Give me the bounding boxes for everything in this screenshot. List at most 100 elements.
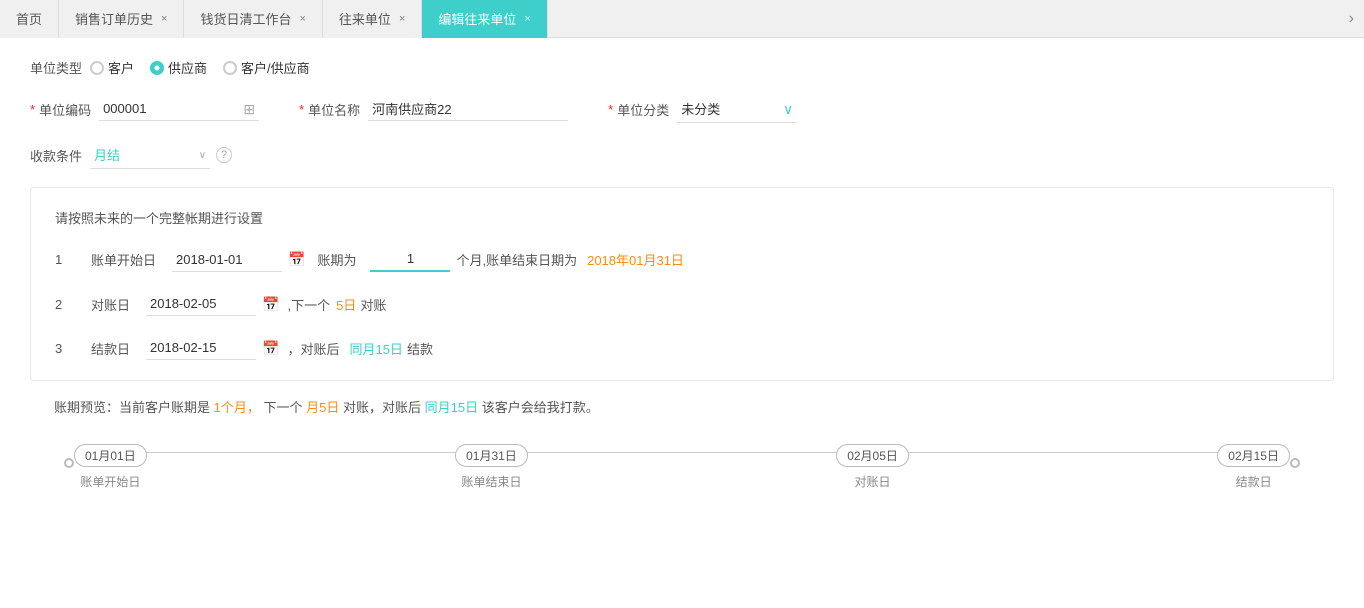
period-suffix-3: 结款 xyxy=(407,339,433,358)
tab-home[interactable]: 首页 xyxy=(0,0,59,38)
calendar-icon-1[interactable]: 📅 xyxy=(288,251,305,268)
period-label-3: 结款日 xyxy=(91,339,130,358)
help-icon[interactable]: ? xyxy=(216,147,232,163)
category-chevron-icon: ∨ xyxy=(783,101,793,118)
timeline-point-2: 01月31日 账单结束日 xyxy=(455,444,528,490)
unit-info-row: * 单位编码 ⊞ * 单位名称 * 单位分类 未分类 ∨ xyxy=(30,95,1334,123)
unit-type-row: 单位类型 客户 供应商 客户/供应商 xyxy=(30,58,1334,77)
preview-prefix: 账期预览：当前客户账期是 xyxy=(54,400,210,415)
unit-category-label: 单位分类 xyxy=(617,100,669,119)
period-date-2-wrapper xyxy=(146,292,256,316)
tab-cash-work[interactable]: 钱货日清工作台 × xyxy=(184,0,322,38)
period-label-1: 账单开始日 xyxy=(91,250,156,269)
timeline-badge-3: 02月05日 xyxy=(836,444,909,467)
radio-circle-supplier xyxy=(150,61,164,75)
tab-edit-partner-label: 编辑往来单位 xyxy=(438,9,516,28)
required-star-category: * xyxy=(608,102,613,117)
preview-highlight2: 月5日 xyxy=(306,400,339,415)
unit-code-input-wrapper: ⊞ xyxy=(99,97,259,121)
period-row-2: 2 对账日 📅 ,下一个 5日 对账 xyxy=(55,292,1309,316)
timeline-badge-4: 02月15日 xyxy=(1217,444,1290,467)
timeline-label-3: 对账日 xyxy=(855,473,891,490)
radio-group: 客户 供应商 客户/供应商 xyxy=(90,58,310,77)
tab-bar: 首页 销售订单历史 × 钱货日清工作台 × 往来单位 × 编辑往来单位 × › xyxy=(0,0,1364,38)
payment-terms-row: 收款条件 月结 ∨ ? xyxy=(30,141,1334,169)
unit-name-group: * 单位名称 xyxy=(299,97,568,121)
preview-middle2: 对账，对账后 xyxy=(343,400,421,415)
timeline-point-4: 02月15日 结款日 xyxy=(1217,444,1290,490)
timeline-points: 01月01日 账单开始日 01月31日 账单结束日 02月05日 对账日 02月… xyxy=(74,436,1290,490)
unit-category-wrapper[interactable]: 未分类 ∨ xyxy=(677,95,797,123)
radio-circle-both xyxy=(223,61,237,75)
tab-partner-unit-label: 往来单位 xyxy=(339,9,391,28)
calendar-icon-3[interactable]: 📅 xyxy=(262,340,279,357)
timeline-point-3: 02月05日 对账日 xyxy=(836,444,909,490)
preview-highlight1: 1个月， xyxy=(214,400,260,415)
timeline-badge-2: 01月31日 xyxy=(455,444,528,467)
radio-circle-customer xyxy=(90,61,104,75)
calendar-icon-2[interactable]: 📅 xyxy=(262,296,279,313)
tab-sales-order-history[interactable]: 销售订单历史 × xyxy=(59,0,184,38)
close-icon[interactable]: × xyxy=(399,13,405,25)
tab-home-label: 首页 xyxy=(16,9,42,28)
unit-name-input[interactable] xyxy=(368,97,568,121)
preview-section: 账期预览：当前客户账期是 1个月， 下一个 月5日 对账，对账后 同月15日 该… xyxy=(30,381,1334,506)
period-connector-2: ,下一个 xyxy=(287,295,330,314)
radio-both[interactable]: 客户/供应商 xyxy=(223,58,310,77)
unit-category-group: * 单位分类 未分类 ∨ xyxy=(608,95,797,123)
period-row-3: 3 结款日 📅 ，对账后 同月15日 结款 xyxy=(55,336,1309,360)
timeline-point-1: 01月01日 账单开始日 xyxy=(74,444,147,490)
period-highlight-3: 同月15日 xyxy=(349,339,402,358)
period-date-1-wrapper xyxy=(172,248,282,272)
period-box: 请按照未来的一个完整帐期进行设置 1 账单开始日 📅 账期为 个月,账单结束日期… xyxy=(30,187,1334,381)
unit-code-input[interactable] xyxy=(99,97,259,121)
period-months-input[interactable] xyxy=(370,247,450,272)
preview-suffix: 该客户会给我打款。 xyxy=(482,400,599,415)
timeline-track: 01月01日 账单开始日 01月31日 账单结束日 02月05日 对账日 02月… xyxy=(74,436,1290,490)
copy-icon[interactable]: ⊞ xyxy=(243,101,255,118)
period-num-3: 3 xyxy=(55,341,75,356)
close-icon[interactable]: × xyxy=(161,13,167,25)
period-date-input-1[interactable] xyxy=(172,248,282,272)
period-num-2: 2 xyxy=(55,297,75,312)
period-connector-3: ，对账后 xyxy=(287,339,339,358)
tab-edit-partner[interactable]: 编辑往来单位 × xyxy=(422,0,547,38)
timeline-label-1: 账单开始日 xyxy=(80,473,140,490)
period-date-3-wrapper xyxy=(146,336,256,360)
preview-text: 账期预览：当前客户账期是 1个月， 下一个 月5日 对账，对账后 同月15日 该… xyxy=(54,397,1310,416)
unit-category-value: 未分类 xyxy=(677,95,797,123)
period-suffix-1: 个月,账单结束日期为 xyxy=(456,250,577,269)
tab-partner-unit[interactable]: 往来单位 × xyxy=(323,0,422,38)
timeline-label-4: 结款日 xyxy=(1236,473,1272,490)
timeline-badge-1: 01月01日 xyxy=(74,444,147,467)
close-icon[interactable]: × xyxy=(299,13,305,25)
tab-sales-order-history-label: 销售订单历史 xyxy=(75,9,153,28)
period-highlight-1: 2018年01月31日 xyxy=(587,250,684,269)
unit-name-label: 单位名称 xyxy=(308,100,360,119)
unit-type-label: 单位类型 xyxy=(30,58,82,77)
required-star-name: * xyxy=(299,102,304,117)
timeline-wrapper: 01月01日 账单开始日 01月31日 账单结束日 02月05日 对账日 02月… xyxy=(54,436,1310,490)
radio-supplier[interactable]: 供应商 xyxy=(150,58,207,77)
payment-terms-label: 收款条件 xyxy=(30,146,82,165)
period-suffix-2: 对账 xyxy=(360,295,386,314)
period-date-input-3[interactable] xyxy=(146,336,256,360)
period-highlight-2: 5日 xyxy=(336,295,356,314)
period-row-1: 1 账单开始日 📅 账期为 个月,账单结束日期为 2018年01月31日 xyxy=(55,247,1309,272)
payment-terms-chevron-icon: ∨ xyxy=(199,150,206,161)
radio-supplier-label: 供应商 xyxy=(168,58,207,77)
radio-customer[interactable]: 客户 xyxy=(90,58,134,77)
period-label-2: 对账日 xyxy=(91,295,130,314)
unit-code-group: * 单位编码 ⊞ xyxy=(30,97,259,121)
close-icon[interactable]: × xyxy=(524,13,530,25)
period-date-input-2[interactable] xyxy=(146,292,256,316)
required-star-code: * xyxy=(30,102,35,117)
radio-both-label: 客户/供应商 xyxy=(241,58,310,77)
timeline-label-2: 账单结束日 xyxy=(461,473,521,490)
payment-terms-select-wrapper[interactable]: 月结 ∨ xyxy=(90,141,210,169)
period-box-title: 请按照未来的一个完整帐期进行设置 xyxy=(55,208,1309,227)
unit-code-label: 单位编码 xyxy=(39,100,91,119)
period-num-1: 1 xyxy=(55,252,75,267)
payment-terms-value: 月结 xyxy=(90,141,210,169)
tab-more-button[interactable]: › xyxy=(1339,10,1364,28)
